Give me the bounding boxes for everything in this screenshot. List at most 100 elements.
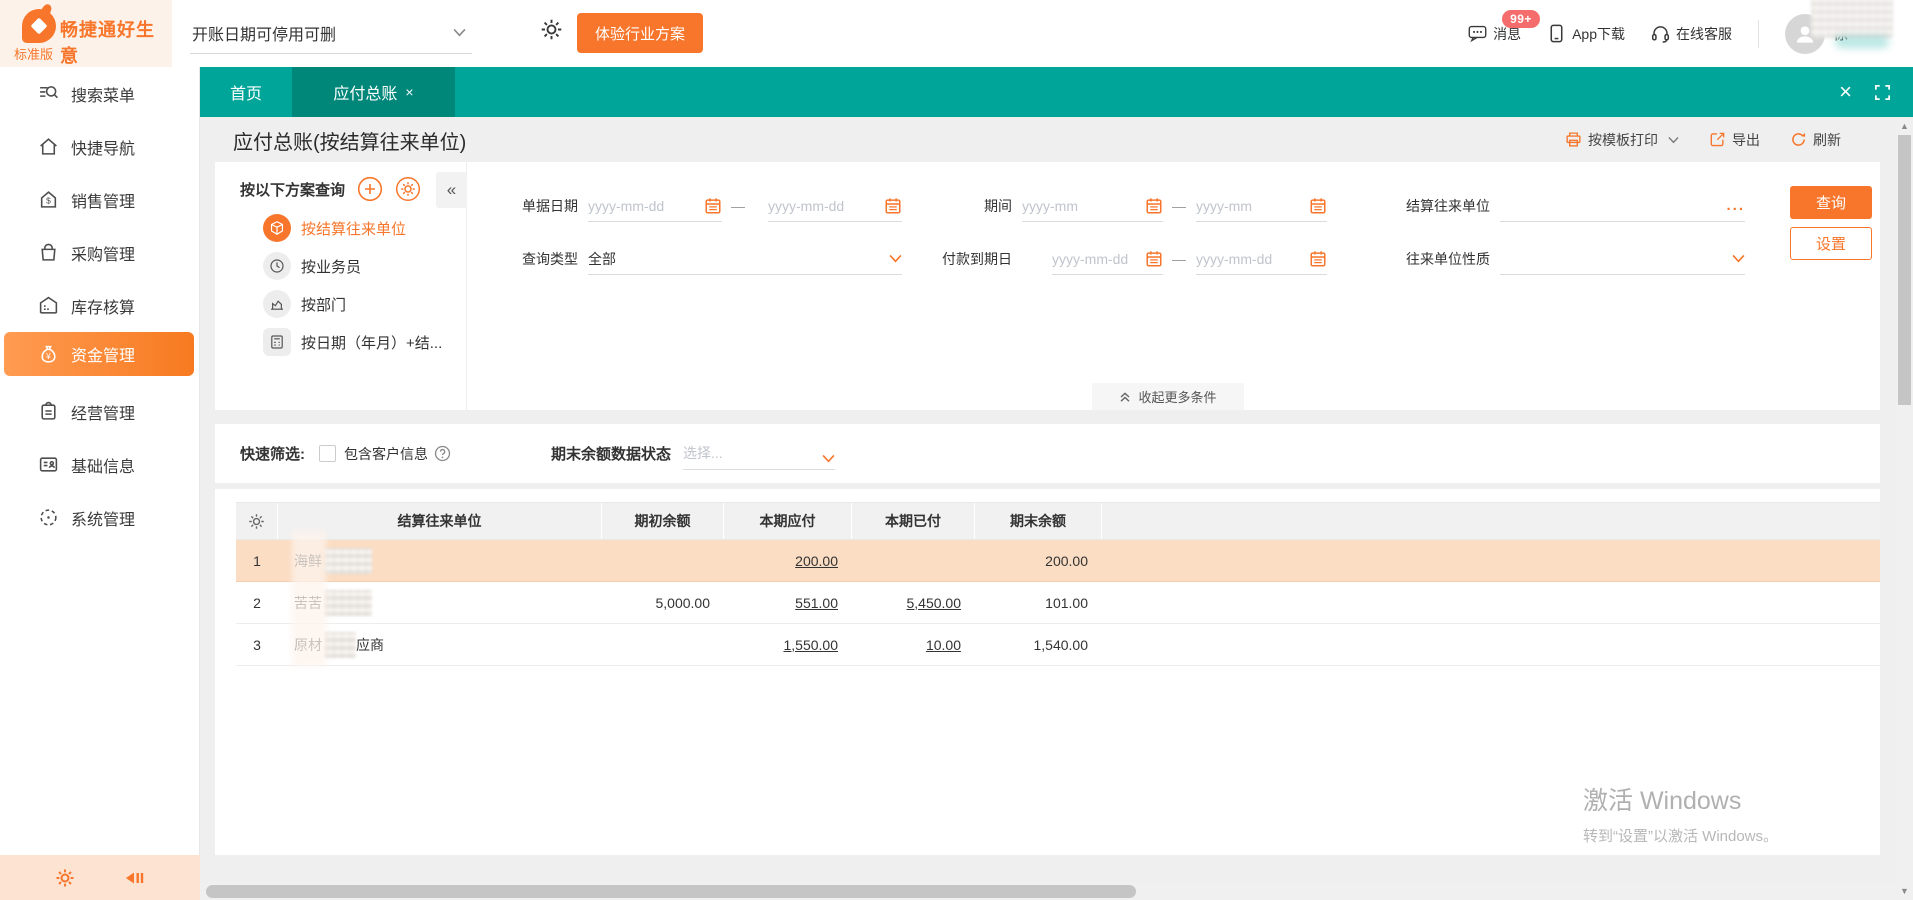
doc-date-end-input[interactable]: yyyy-mm-dd	[768, 190, 902, 222]
doc-date-end-placeholder: yyyy-mm-dd	[768, 197, 845, 214]
payable-drilldown-link[interactable]: 200.00	[795, 553, 838, 569]
tab-close-icon[interactable]: ×	[405, 84, 413, 100]
clock-icon	[263, 252, 291, 280]
sidebar-item-base-info[interactable]: 基础信息	[0, 438, 200, 491]
messages-link[interactable]: 消息 99+	[1468, 9, 1540, 44]
period-start-input[interactable]: yyyy-mm	[1022, 190, 1163, 222]
horizontal-scrollbar[interactable]	[200, 883, 1896, 900]
scheme-item-by-salesperson[interactable]: 按业务员	[263, 252, 361, 280]
scroll-up-icon[interactable]: ▲	[1896, 121, 1913, 131]
tab-accounts-payable-label: 应付总账	[333, 86, 398, 103]
table-row[interactable]: 1 海鲜 200.00 200.00	[236, 540, 1880, 582]
column-header-opening-balance[interactable]: 期初余额	[602, 503, 724, 539]
calendar-icon[interactable]	[884, 197, 902, 215]
range-separator: —	[731, 198, 745, 214]
column-settings-gear-icon[interactable]	[248, 513, 265, 530]
current-paid-cell: 5,450.00	[852, 582, 975, 623]
print-by-template-button[interactable]: 按模板打印	[1565, 130, 1679, 150]
settings-button[interactable]: 设置	[1790, 227, 1872, 260]
name-visible-text: 苦苦	[294, 594, 322, 611]
name-redaction	[324, 631, 356, 658]
account-selector[interactable]: 开账日期可停用可删	[190, 12, 472, 54]
column-header-counterparty[interactable]: 结算往来单位	[278, 503, 602, 539]
column-header-current-paid[interactable]: 本期已付	[852, 503, 975, 539]
table-row[interactable]: 3 原材 应商 1,550.00 10.00 1,540.00	[236, 624, 1880, 666]
collapse-panel-button[interactable]: «	[436, 172, 467, 208]
payable-drilldown-link[interactable]: 1,550.00	[784, 637, 839, 653]
column-header-current-payable[interactable]: 本期应付	[724, 503, 852, 539]
sidebar-item-quick-nav[interactable]: 快捷导航	[0, 120, 200, 173]
gear-icon[interactable]	[540, 18, 563, 41]
sidebar-item-purchase[interactable]: 采购管理	[0, 226, 200, 279]
collapse-sidebar-icon[interactable]	[125, 868, 145, 888]
column-header-closing-balance[interactable]: 期末余额	[975, 503, 1102, 539]
scheme-panel: 按以下方案查询 « 按结算往来单位 按业务员 按部门 按日期（年月）+结...	[215, 162, 467, 410]
doc-date-start-input[interactable]: yyyy-mm-dd	[588, 190, 722, 222]
counterparty-more-button[interactable]: ...	[1726, 197, 1745, 214]
refresh-button[interactable]: 刷新	[1790, 130, 1841, 150]
clipboard-icon	[41, 401, 56, 420]
tab-home[interactable]: 首页	[200, 67, 292, 117]
calendar-icon[interactable]	[1309, 197, 1327, 215]
calendar-icon[interactable]	[1145, 250, 1163, 268]
sidebar-item-search-menu[interactable]: 搜索菜单	[0, 67, 200, 120]
period-end-input[interactable]: yyyy-mm	[1196, 190, 1327, 222]
app-download-link[interactable]: App下载	[1547, 24, 1625, 44]
scheme-item-by-department[interactable]: 按部门	[263, 290, 346, 318]
scheme-item-label: 按业务员	[301, 258, 362, 276]
scroll-down-icon[interactable]: ▼	[1896, 886, 1913, 896]
counterparty-nature-select[interactable]	[1500, 243, 1745, 275]
calendar-icon[interactable]	[1145, 197, 1163, 215]
settings-gear-icon[interactable]	[55, 868, 75, 888]
sidebar-item-label: 搜索菜单	[71, 87, 136, 105]
counterparty-name-cell: 原材 应商	[278, 624, 602, 665]
trial-industry-button[interactable]: 体验行业方案	[577, 13, 703, 53]
calendar-icon[interactable]	[704, 197, 722, 215]
search-button[interactable]: 查询	[1790, 186, 1872, 219]
chart-icon	[263, 290, 291, 318]
closing-balance-cell: 1,540.00	[1033, 636, 1089, 653]
close-icon[interactable]: ×	[1839, 81, 1852, 103]
online-support-link[interactable]: 在线客服	[1651, 24, 1732, 44]
payable-drilldown-link[interactable]: 551.00	[795, 595, 838, 611]
export-button[interactable]: 导出	[1709, 130, 1760, 150]
tab-accounts-payable[interactable]: 应付总账 ×	[292, 67, 455, 117]
collapse-more-conditions[interactable]: 收起更多条件	[1092, 383, 1244, 410]
counterparty-input[interactable]: ...	[1500, 190, 1745, 222]
scheme-item-by-counterparty[interactable]: 按结算往来单位	[263, 214, 406, 242]
sidebar-item-system[interactable]: 系统管理	[0, 491, 200, 544]
table-row[interactable]: 2 苦苦 5,000.00 551.00 5,450.00 101.00	[236, 582, 1880, 624]
refresh-icon	[1792, 132, 1806, 146]
calendar-icon[interactable]	[1309, 250, 1327, 268]
vertical-scrollbar[interactable]: ▲ ▼	[1896, 117, 1913, 900]
sidebar-item-funds[interactable]: ¥ 资金管理	[4, 332, 194, 376]
query-type-select[interactable]: 全部	[588, 243, 902, 275]
sidebar-item-inventory[interactable]: 库存核算	[0, 279, 200, 332]
scheme-settings-icon[interactable]	[395, 176, 421, 202]
sidebar-item-operations[interactable]: 经营管理	[0, 385, 200, 438]
current-paid-cell	[852, 540, 975, 581]
quick-filter-label: 快速筛选:	[240, 446, 305, 463]
paid-drilldown-link[interactable]: 10.00	[926, 637, 961, 653]
filter-card: 按以下方案查询 « 按结算往来单位 按业务员 按部门 按日期（年月）+结... …	[215, 162, 1880, 410]
help-question-icon[interactable]	[434, 445, 451, 462]
horizontal-scrollbar-thumb[interactable]	[206, 885, 1136, 898]
sales-icon: $	[40, 191, 57, 208]
paid-drilldown-link[interactable]: 5,450.00	[907, 595, 962, 611]
due-date-start-input[interactable]: yyyy-mm-dd	[1052, 243, 1163, 275]
chevron-down-icon[interactable]	[1668, 136, 1679, 144]
doc-date-start-placeholder: yyyy-mm-dd	[588, 197, 665, 214]
collapse-more-label: 收起更多条件	[1138, 390, 1217, 405]
vertical-scrollbar-thumb[interactable]	[1898, 135, 1911, 405]
include-customer-checkbox[interactable]	[319, 445, 336, 462]
add-scheme-icon[interactable]	[357, 176, 383, 202]
closing-balance-status-select[interactable]: 选择...	[683, 438, 836, 470]
fullscreen-icon[interactable]	[1874, 84, 1891, 101]
chevron-down-icon	[889, 254, 902, 263]
scheme-item-by-date[interactable]: 按日期（年月）+结...	[263, 328, 442, 356]
logo-diamond-shape	[30, 17, 48, 35]
due-date-end-input[interactable]: yyyy-mm-dd	[1196, 243, 1327, 275]
calculator-icon	[263, 328, 291, 356]
purchase-bag-icon	[41, 243, 56, 261]
sidebar-item-sales[interactable]: $ 销售管理	[0, 173, 200, 226]
